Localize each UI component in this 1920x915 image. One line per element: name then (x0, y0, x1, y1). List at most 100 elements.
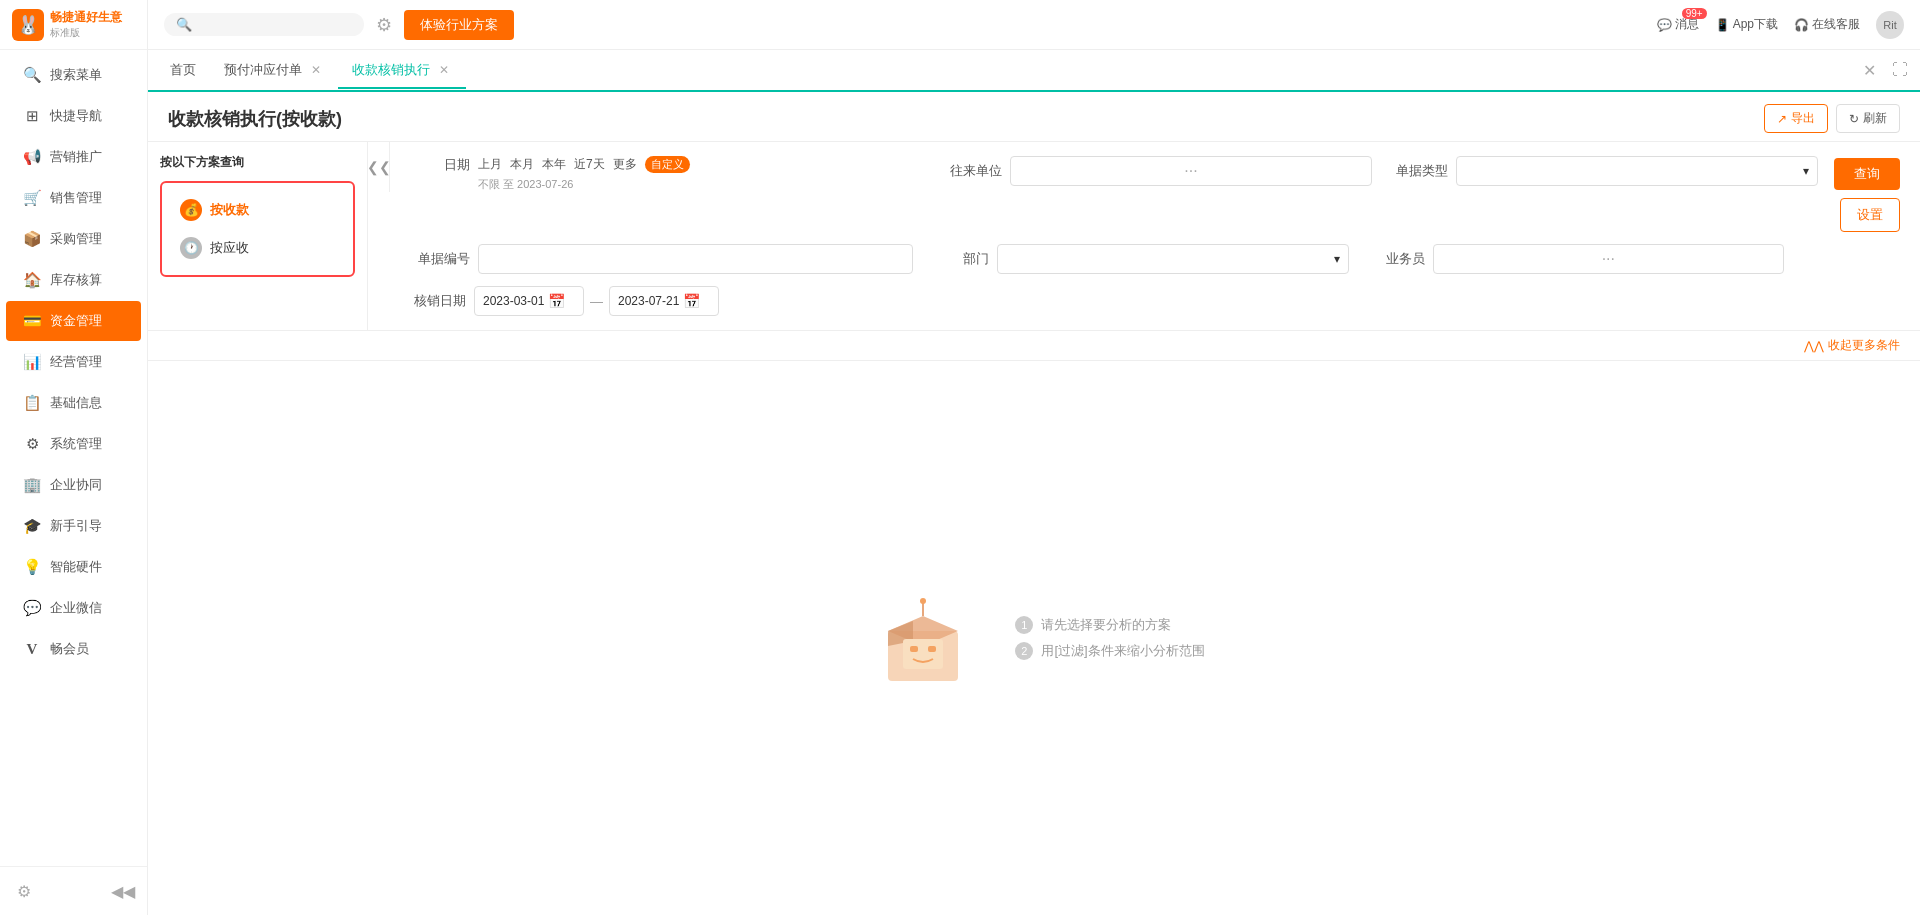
sidebar-item-system[interactable]: ⚙ 系统管理 (6, 424, 141, 464)
topbar-search-icon: 🔍 (176, 17, 192, 32)
date-custom-badge[interactable]: 自定义 (645, 156, 690, 173)
collapse-sidebar-btn[interactable]: ◀◀ (107, 875, 139, 907)
service-icon: 🎧 (1794, 18, 1809, 32)
settings-bottom-btn[interactable]: ⚙ (8, 875, 40, 907)
date-range-note: 不限 至 2023-07-26 (478, 177, 690, 192)
filter-buttons: 查询 设置 (1834, 156, 1900, 232)
receipt-option-icon: 💰 (180, 199, 202, 221)
chevron-down-icon: ▾ (1803, 164, 1809, 178)
bill-no-label: 单据编号 (410, 250, 470, 268)
cal-start-icon[interactable]: 📅 (548, 293, 565, 309)
date-this-year[interactable]: 本年 (542, 156, 566, 173)
filter-right-panel: 日期 上月 本月 本年 近7天 更多 自定义 不限 至 2023-07-26 (390, 142, 1920, 330)
empty-tip-1: 1 请先选择要分析的方案 (1015, 616, 1204, 634)
online-service-btn[interactable]: 🎧 在线客服 (1794, 16, 1860, 33)
member-icon: V (22, 639, 42, 659)
query-btn[interactable]: 查询 (1834, 158, 1900, 190)
topbar-gear-icon[interactable]: ⚙ (376, 14, 392, 36)
filter-option-by-receivable[interactable]: 🕐 按应收 (170, 229, 345, 267)
industry-btn[interactable]: 体验行业方案 (404, 10, 514, 40)
guide-icon: 🎓 (22, 516, 42, 536)
filter-left-panel: 按以下方案查询 💰 按收款 🕐 按应收 (148, 142, 368, 330)
date-shortcuts: 上月 本月 本年 近7天 更多 自定义 (478, 156, 690, 173)
tab-bar: 首页 预付冲应付单 ✕ 收款核销执行 ✕ ✕ ⛶ (148, 50, 1920, 92)
sidebar-item-marketing[interactable]: 📢 营销推广 (6, 137, 141, 177)
svg-rect-4 (910, 646, 918, 652)
topbar: 🔍 ⚙ 体验行业方案 💬 消息 99+ 📱 App下载 🎧 在线客服 (148, 0, 1920, 50)
export-btn[interactable]: ↗ 导出 (1764, 104, 1828, 133)
date-this-month[interactable]: 本月 (510, 156, 534, 173)
operations-icon: 📊 (22, 352, 42, 372)
sidebar-item-inventory[interactable]: 🏠 库存核算 (6, 260, 141, 300)
enterprise-icon: 🏢 (22, 475, 42, 495)
setting-btn[interactable]: 设置 (1840, 198, 1900, 232)
date-last-month[interactable]: 上月 (478, 156, 502, 173)
sidebar-item-member[interactable]: V 畅会员 (6, 629, 141, 669)
svg-point-7 (920, 598, 926, 604)
tab-expand-btn[interactable]: ⛶ (1888, 59, 1912, 81)
date-label: 日期 (410, 156, 470, 174)
date-range-separator: — (590, 294, 603, 309)
tab-home[interactable]: 首页 (156, 53, 210, 89)
sidebar-item-funds[interactable]: 💳 资金管理 (6, 301, 141, 341)
filter-option-by-receipt[interactable]: 💰 按收款 (170, 191, 345, 229)
main-area: 🔍 ⚙ 体验行业方案 💬 消息 99+ 📱 App下载 🎧 在线客服 (148, 0, 1920, 915)
sidebar-item-guide[interactable]: 🎓 新手引导 (6, 506, 141, 546)
bill-type-label: 单据类型 (1388, 162, 1448, 180)
sidebar-item-quick-nav[interactable]: ⊞ 快捷导航 (6, 96, 141, 136)
filter-panel-body: 💰 按收款 🕐 按应收 (160, 181, 355, 277)
filter-area: 按以下方案查询 💰 按收款 🕐 按应收 ❮❮ (148, 142, 1920, 331)
collapse-more-btn[interactable]: ⋀⋀ 收起更多条件 (148, 331, 1920, 361)
date-more-btn[interactable]: 更多 (613, 156, 637, 173)
tab-close-receipt[interactable]: ✕ (436, 62, 452, 78)
tab-close-all-btn[interactable]: ✕ (1859, 59, 1880, 82)
sidebar-item-operations[interactable]: 📊 经营管理 (6, 342, 141, 382)
tab-bar-actions: ✕ ⛶ (1859, 59, 1912, 82)
sidebar-item-basic[interactable]: 📋 基础信息 (6, 383, 141, 423)
sales-icon: 🛒 (22, 188, 42, 208)
tab-close-prepay[interactable]: ✕ (308, 62, 324, 78)
basic-icon: 📋 (22, 393, 42, 413)
cal-end-icon[interactable]: 📅 (683, 293, 700, 309)
verify-date-label: 核销日期 (410, 292, 466, 310)
refresh-icon: ↻ (1849, 112, 1859, 126)
tip-num-1: 1 (1015, 616, 1033, 634)
avatar: Rit (1876, 11, 1904, 39)
inventory-icon: 🏠 (22, 270, 42, 290)
counterpart-label: 往来单位 (942, 162, 1002, 180)
tab-receipt[interactable]: 收款核销执行 ✕ (338, 53, 466, 89)
user-profile-btn[interactable]: Rit (1876, 11, 1904, 39)
system-icon: ⚙ (22, 434, 42, 454)
sidebar-item-sales[interactable]: 🛒 销售管理 (6, 178, 141, 218)
staff-input[interactable]: ··· (1433, 244, 1784, 274)
refresh-btn[interactable]: ↻ 刷新 (1836, 104, 1900, 133)
tab-prepay[interactable]: 预付冲应付单 ✕ (210, 53, 338, 89)
verify-date-end[interactable]: 2023-07-21 📅 (609, 286, 719, 316)
bill-type-select[interactable]: ▾ (1456, 156, 1818, 186)
verify-date-start[interactable]: 2023-03-01 📅 (474, 286, 584, 316)
empty-illustration (863, 588, 983, 688)
counterpart-input[interactable]: ··· (1010, 156, 1372, 186)
sidebar-item-purchase[interactable]: 📦 采购管理 (6, 219, 141, 259)
page-actions: ↗ 导出 ↻ 刷新 (1764, 104, 1900, 133)
dept-label: 部门 (929, 250, 989, 268)
search-icon: 🔍 (22, 65, 42, 85)
filter-panel-header: 按以下方案查询 (160, 154, 355, 171)
svg-rect-5 (928, 646, 936, 652)
dept-select[interactable]: ▾ (997, 244, 1348, 274)
sidebar-item-wechat[interactable]: 💬 企业微信 (6, 588, 141, 628)
sidebar-item-search[interactable]: 🔍 搜索菜单 (6, 55, 141, 95)
topbar-search-area[interactable]: 🔍 (164, 13, 364, 36)
collapse-panel-btn[interactable]: ❮❮ (368, 142, 390, 192)
message-btn[interactable]: 💬 消息 99+ (1657, 16, 1699, 33)
app-download-btn[interactable]: 📱 App下载 (1715, 16, 1778, 33)
date-7days[interactable]: 近7天 (574, 156, 605, 173)
funds-icon: 💳 (22, 311, 42, 331)
hardware-icon: 💡 (22, 557, 42, 577)
message-icon: 💬 (1657, 18, 1672, 32)
sidebar-item-hardware[interactable]: 💡 智能硬件 (6, 547, 141, 587)
sidebar-item-enterprise[interactable]: 🏢 企业协同 (6, 465, 141, 505)
bill-no-input[interactable] (478, 244, 913, 274)
collapse-icon: ⋀⋀ (1804, 339, 1824, 353)
topbar-right: 💬 消息 99+ 📱 App下载 🎧 在线客服 Rit (1657, 11, 1904, 39)
